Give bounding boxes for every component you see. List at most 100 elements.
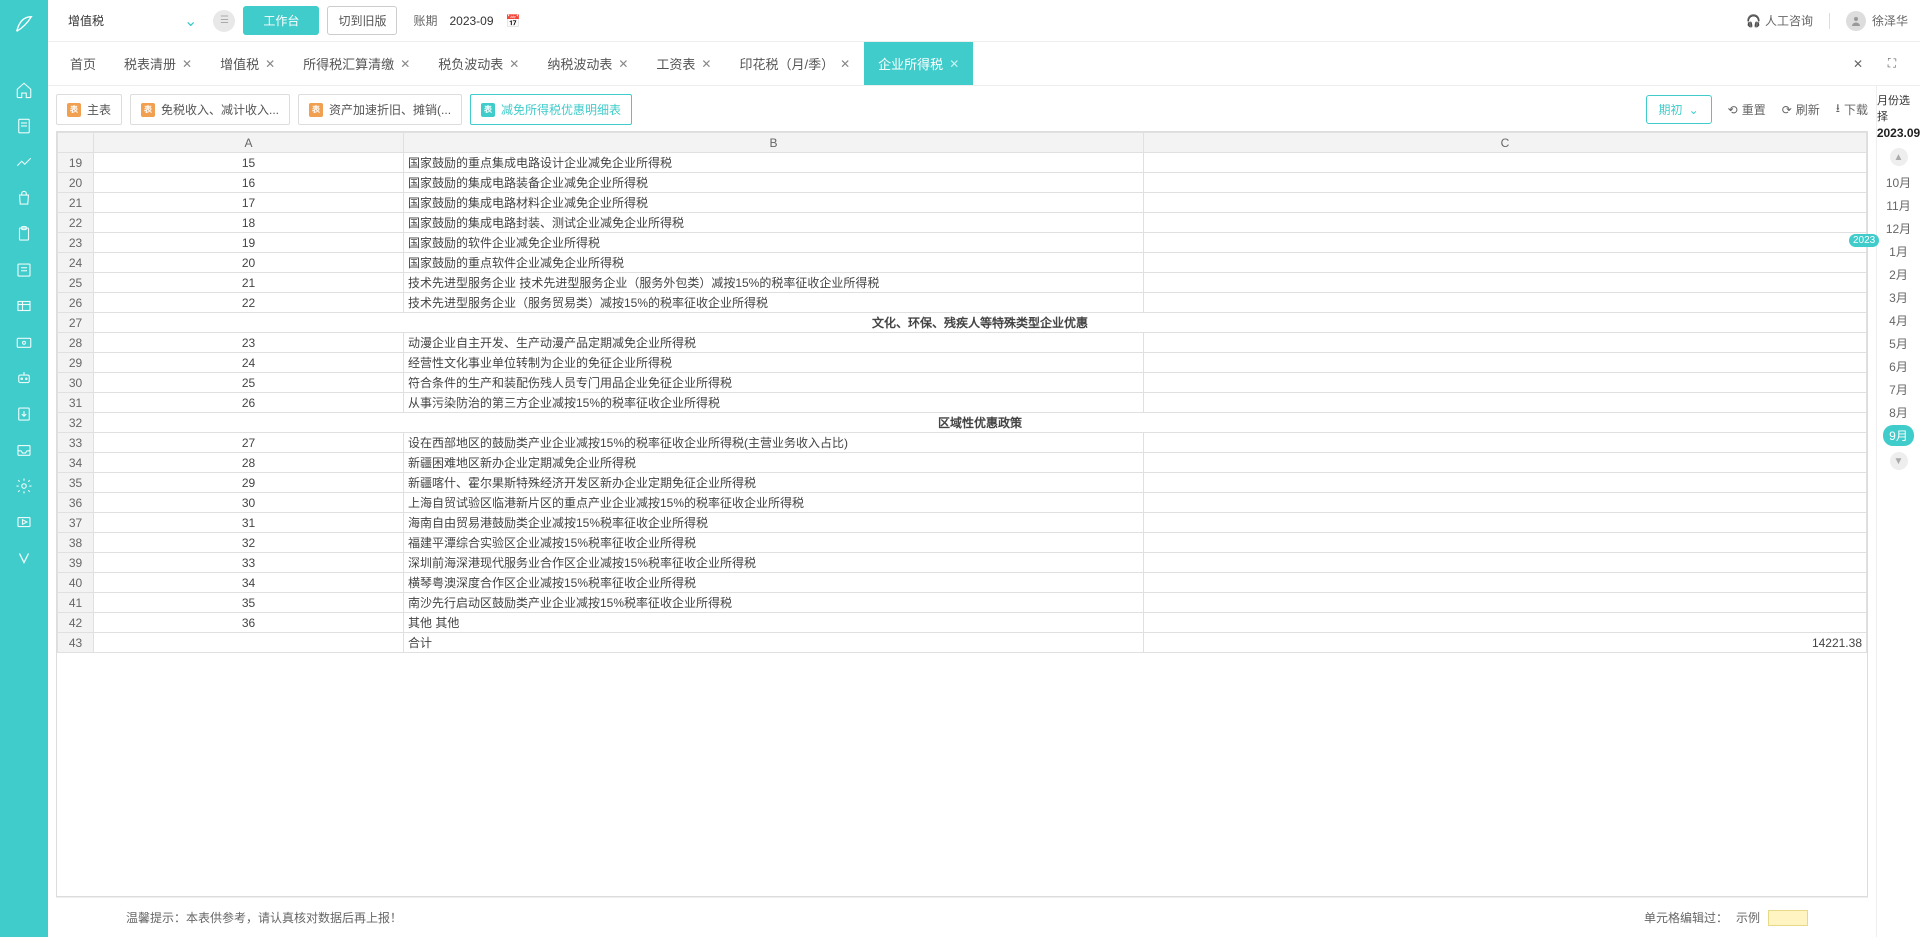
tabs-expand[interactable]: ⛶ (1878, 50, 1906, 78)
cell[interactable] (1144, 473, 1867, 493)
row-header[interactable]: 37 (58, 513, 94, 533)
month-item[interactable]: 2月 (1883, 264, 1914, 285)
cell[interactable]: 横琴粤澳深度合作区企业减按15%税率征收企业所得税 (404, 573, 1144, 593)
cell[interactable] (1144, 333, 1867, 353)
doc-circle-icon[interactable]: ☰ (213, 10, 235, 32)
row-header[interactable]: 30 (58, 373, 94, 393)
subtab[interactable]: 表免税收入、减计收入... (130, 94, 290, 125)
nav-export-icon[interactable] (0, 396, 48, 432)
nav-bag-icon[interactable] (0, 180, 48, 216)
cell[interactable]: 28 (94, 453, 404, 473)
cell[interactable] (1144, 293, 1867, 313)
row-header[interactable]: 24 (58, 253, 94, 273)
calendar-icon[interactable]: 📅 (506, 14, 521, 28)
row-header[interactable]: 28 (58, 333, 94, 353)
row-header[interactable]: 21 (58, 193, 94, 213)
row-header[interactable]: 43 (58, 633, 94, 653)
cell[interactable]: 18 (94, 213, 404, 233)
tab-close-icon[interactable]: ✕ (509, 57, 519, 71)
cell[interactable] (1144, 613, 1867, 633)
row-header[interactable]: 40 (58, 573, 94, 593)
tab-增值税[interactable]: 增值税✕ (206, 42, 289, 85)
cell[interactable] (1144, 273, 1867, 293)
row-header[interactable]: 42 (58, 613, 94, 633)
col-header-c[interactable]: C (1144, 133, 1867, 153)
cell[interactable]: 20 (94, 253, 404, 273)
tab-close-icon[interactable]: ✕ (840, 57, 850, 71)
row-header[interactable]: 27 (58, 313, 94, 333)
cell[interactable]: 上海自贸试验区临港新片区的重点产业企业减按15%的税率征收企业所得税 (404, 493, 1144, 513)
subtab[interactable]: 表减免所得税优惠明细表 (470, 94, 632, 125)
cell[interactable] (1144, 393, 1867, 413)
user-menu[interactable]: 徐泽华 (1846, 11, 1908, 31)
reset-button[interactable]: ⟲重置 (1728, 101, 1766, 118)
cell[interactable] (1144, 353, 1867, 373)
cell[interactable]: 国家鼓励的软件企业减免企业所得税 (404, 233, 1144, 253)
cell[interactable]: 17 (94, 193, 404, 213)
row-header[interactable]: 19 (58, 153, 94, 173)
month-item[interactable]: 11月 (1880, 195, 1916, 216)
nav-home-icon[interactable] (0, 72, 48, 108)
cell[interactable] (1144, 453, 1867, 473)
consult-link[interactable]: 🎧 人工咨询 (1746, 12, 1813, 29)
tab-close-icon[interactable]: ✕ (182, 57, 192, 71)
cell[interactable]: 国家鼓励的重点集成电路设计企业减免企业所得税 (404, 153, 1144, 173)
switch-old-button[interactable]: 切到旧版 (327, 6, 397, 35)
cell[interactable]: 其他 其他 (404, 613, 1144, 633)
cell[interactable] (1144, 553, 1867, 573)
tab-close-icon[interactable]: ✕ (618, 57, 628, 71)
cell[interactable]: 深圳前海深港现代服务业合作区企业减按15%税率征收企业所得税 (404, 553, 1144, 573)
tab-close-icon[interactable]: ✕ (400, 57, 410, 71)
col-header-a[interactable]: A (94, 133, 404, 153)
nav-doc-icon[interactable] (0, 108, 48, 144)
cell[interactable]: 技术先进型服务企业（服务贸易类）减按15%的税率征收企业所得税 (404, 293, 1144, 313)
cell[interactable]: 新疆喀什、霍尔果斯特殊经济开发区新办企业定期免征企业所得税 (404, 473, 1144, 493)
cell[interactable]: 35 (94, 593, 404, 613)
cell[interactable]: 29 (94, 473, 404, 493)
cell[interactable]: 16 (94, 173, 404, 193)
row-header[interactable]: 41 (58, 593, 94, 613)
cell[interactable]: 22 (94, 293, 404, 313)
cell[interactable]: 技术先进型服务企业 技术先进型服务企业（服务外包类）减按15%的税率征收企业所得… (404, 273, 1144, 293)
cell[interactable] (1144, 173, 1867, 193)
cell[interactable]: 国家鼓励的集成电路封装、测试企业减免企业所得税 (404, 213, 1144, 233)
cell[interactable]: 国家鼓励的集成电路材料企业减免企业所得税 (404, 193, 1144, 213)
row-header[interactable]: 25 (58, 273, 94, 293)
month-item[interactable]: 12月 (1880, 218, 1917, 239)
cell[interactable]: 合计 (404, 633, 1144, 653)
cell[interactable]: 新疆困难地区新办企业定期减免企业所得税 (404, 453, 1144, 473)
cell[interactable]: 15 (94, 153, 404, 173)
row-header[interactable]: 34 (58, 453, 94, 473)
month-item[interactable]: 1月 (1883, 241, 1914, 262)
cell[interactable]: 36 (94, 613, 404, 633)
cell[interactable]: 23 (94, 333, 404, 353)
month-item[interactable]: 8月 (1883, 402, 1914, 423)
cell[interactable]: 31 (94, 513, 404, 533)
nav-video-icon[interactable] (0, 504, 48, 540)
nav-settings-icon[interactable] (0, 468, 48, 504)
workbench-button[interactable]: 工作台 (243, 6, 319, 35)
cell[interactable]: 福建平潭综合实验区企业减按15%税率征收企业所得税 (404, 533, 1144, 553)
cell[interactable]: 经营性文化事业单位转制为企业的免征企业所得税 (404, 353, 1144, 373)
cell[interactable]: 33 (94, 553, 404, 573)
tab-首页[interactable]: 首页 (56, 42, 110, 85)
nav-robot-icon[interactable] (0, 360, 48, 396)
cell[interactable] (1144, 573, 1867, 593)
tab-close-icon[interactable]: ✕ (949, 57, 959, 71)
month-up-button[interactable]: ▲ (1890, 148, 1908, 166)
row-header[interactable]: 36 (58, 493, 94, 513)
row-header[interactable]: 38 (58, 533, 94, 553)
cell[interactable]: 从事污染防治的第三方企业减按15%的税率征收企业所得税 (404, 393, 1144, 413)
download-button[interactable]: ⭳下载 (1836, 99, 1868, 120)
cell[interactable]: 南沙先行启动区鼓励类产业企业减按15%税率征收企业所得税 (404, 593, 1144, 613)
row-header[interactable]: 22 (58, 213, 94, 233)
tab-印花税（月/季）[interactable]: 印花税（月/季）✕ (725, 42, 864, 85)
tab-纳税波动表[interactable]: 纳税波动表✕ (533, 42, 642, 85)
sheet-scroll[interactable]: A B C 1915国家鼓励的重点集成电路设计企业减免企业所得税2016国家鼓励… (57, 132, 1867, 896)
cell[interactable] (1144, 193, 1867, 213)
section-cell[interactable]: 区域性优惠政策 (94, 413, 1867, 433)
month-item[interactable]: 10月 (1880, 172, 1917, 193)
month-down-button[interactable]: ▼ (1890, 452, 1908, 470)
tax-type-dropdown[interactable]: 增值税 ⌄ (60, 7, 205, 35)
nav-clipboard-icon[interactable] (0, 216, 48, 252)
